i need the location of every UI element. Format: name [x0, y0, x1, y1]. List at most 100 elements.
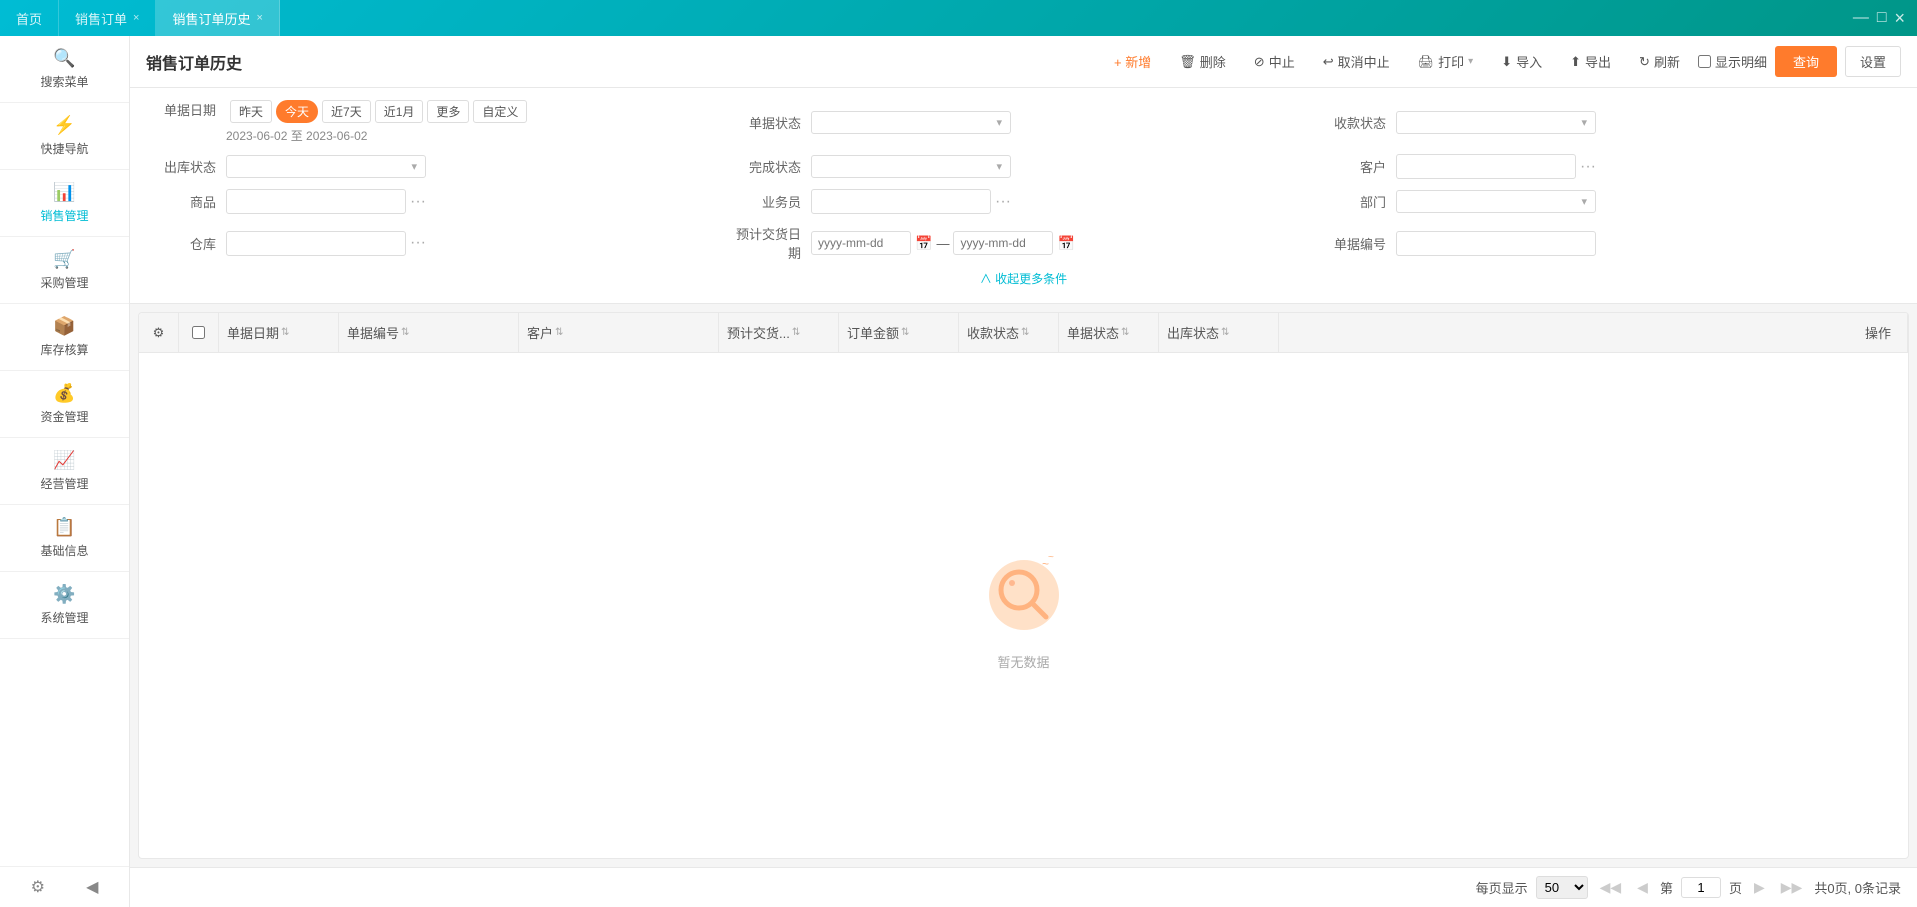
- salesperson-dots[interactable]: ···: [995, 193, 1011, 211]
- sidebar-item-finance[interactable]: 💰 资金管理: [0, 371, 129, 438]
- refresh-button-label: 刷新: [1654, 52, 1680, 71]
- date-btn-today[interactable]: 今天: [276, 100, 318, 123]
- date-btn-custom[interactable]: 自定义: [473, 100, 527, 123]
- sidebar-item-quicknav[interactable]: ⚡ 快捷导航: [0, 103, 129, 170]
- stop-button[interactable]: ⊘ 中止: [1244, 48, 1305, 75]
- top-bar: 首页 销售订单 × 销售订单历史 × — □ ×: [0, 0, 1917, 36]
- refresh-button[interactable]: ↻ 刷新: [1629, 48, 1690, 75]
- complete-status-label: 完成状态: [731, 157, 811, 176]
- empty-text: 暂无数据: [997, 652, 1049, 671]
- col-delivery-sort-icon[interactable]: ⇅: [792, 327, 800, 338]
- delivery-date-start[interactable]: [811, 231, 911, 255]
- table-col-bill-status: 单据状态 ⇅: [1059, 313, 1159, 352]
- page-size-select[interactable]: 10 20 50 100: [1536, 876, 1588, 899]
- tab-sales-order-close[interactable]: ×: [133, 12, 139, 24]
- sidebar-item-operation[interactable]: 📈 经营管理: [0, 438, 129, 505]
- col-recv-status-sort-icon[interactable]: ⇅: [1021, 327, 1029, 338]
- sidebar-item-inventory[interactable]: 📦 库存核算: [0, 304, 129, 371]
- new-button[interactable]: + 新增: [1104, 48, 1161, 75]
- goods-dots[interactable]: ···: [410, 193, 426, 211]
- col-bill-status-sort-icon[interactable]: ⇅: [1121, 327, 1129, 338]
- delivery-date-end[interactable]: [953, 231, 1053, 255]
- table-header: ⚙ 单据日期 ⇅ 单据编号 ⇅ 客户 ⇅ 预计交货...: [139, 313, 1908, 353]
- delivery-date-end-calendar-icon[interactable]: 📅: [1057, 235, 1074, 252]
- purchase-icon: 🛒: [53, 249, 75, 270]
- salesperson-input[interactable]: [811, 189, 991, 214]
- delete-button[interactable]: 🗑 删除: [1169, 48, 1236, 75]
- table-col-checkbox[interactable]: [179, 313, 219, 352]
- col-customer-sort-icon[interactable]: ⇅: [555, 327, 563, 338]
- col-date-sort-icon[interactable]: ⇅: [281, 327, 289, 338]
- col-billno-sort-icon[interactable]: ⇅: [401, 327, 409, 338]
- complete-status-select[interactable]: ▾: [811, 155, 1011, 178]
- col-date-label: 单据日期: [227, 323, 279, 342]
- sidebar-item-sales[interactable]: 📊 销售管理: [0, 170, 129, 237]
- sidebar-collapse-icon[interactable]: ◀: [86, 877, 98, 897]
- recv-status-select[interactable]: ▾: [1396, 111, 1596, 134]
- bill-status-select[interactable]: ▾: [811, 111, 1011, 134]
- last-page-button[interactable]: ▶▶: [1777, 877, 1807, 898]
- collapse-bar[interactable]: ∧ 收起更多条件: [146, 266, 1901, 291]
- delete-icon: 🗑: [1179, 54, 1196, 70]
- date-btn-7days[interactable]: 近7天: [322, 100, 371, 123]
- delete-button-label: 删除: [1200, 52, 1226, 71]
- window-close-button[interactable]: ×: [1894, 8, 1905, 29]
- sidebar-item-purchase[interactable]: 🛒 采购管理: [0, 237, 129, 304]
- setting-button[interactable]: 设置: [1845, 46, 1901, 77]
- table-settings-icon[interactable]: ⚙: [153, 325, 165, 341]
- col-ops-label: 操作: [1865, 323, 1891, 342]
- delivery-date-start-calendar-icon[interactable]: 📅: [915, 235, 932, 252]
- goods-input[interactable]: [226, 189, 406, 214]
- print-button[interactable]: 🖨 打印 ▾: [1408, 48, 1484, 75]
- main-content: 销售订单历史 + 新增 🗑 删除 ⊘ 中止 ↩ 取消中止 🖨: [130, 36, 1917, 907]
- export-button[interactable]: ⬆ 导出: [1560, 48, 1621, 75]
- import-icon: ⬇: [1501, 54, 1512, 70]
- prev-page-button[interactable]: ◀: [1633, 877, 1652, 898]
- first-page-button[interactable]: ◀◀: [1596, 877, 1626, 898]
- sidebar-item-system[interactable]: ⚙️ 系统管理: [0, 572, 129, 639]
- sidebar-settings-icon[interactable]: ⚙: [31, 877, 45, 897]
- tab-sales-order-history[interactable]: 销售订单历史 ×: [156, 0, 279, 36]
- tab-home[interactable]: 首页: [0, 0, 59, 36]
- finance-icon: 💰: [53, 383, 75, 404]
- col-amount-sort-icon[interactable]: ⇅: [901, 327, 909, 338]
- out-status-select[interactable]: ▾: [226, 155, 426, 178]
- print-button-label: 打印: [1438, 52, 1464, 71]
- col-out-status-label: 出库状态: [1167, 323, 1219, 342]
- bill-no-input[interactable]: [1396, 231, 1596, 256]
- customer-label: 客户: [1316, 157, 1396, 176]
- minimize-button[interactable]: —: [1853, 9, 1869, 27]
- date-btn-more[interactable]: 更多: [427, 100, 469, 123]
- tab-sales-order[interactable]: 销售订单 ×: [59, 0, 156, 36]
- col-out-status-sort-icon[interactable]: ⇅: [1221, 327, 1229, 338]
- tab-sales-order-history-close[interactable]: ×: [256, 12, 262, 24]
- print-arrow-icon: ▾: [1468, 56, 1473, 67]
- date-btn-yesterday[interactable]: 昨天: [230, 100, 272, 123]
- sidebar-item-basic[interactable]: 📋 基础信息: [0, 505, 129, 572]
- pagination: 每页显示 10 20 50 100 ◀◀ ◀ 第 页 ▶ ▶▶ 共0页, 0条记…: [130, 867, 1917, 907]
- maximize-button[interactable]: □: [1877, 9, 1887, 27]
- dept-select[interactable]: ▾: [1396, 190, 1596, 213]
- date-btn-1month[interactable]: 近1月: [375, 100, 424, 123]
- page-label: 第: [1660, 878, 1673, 897]
- customer-dots[interactable]: ···: [1580, 158, 1596, 176]
- query-button[interactable]: 查询: [1775, 46, 1837, 77]
- cancel-stop-button[interactable]: ↩ 取消中止: [1313, 48, 1400, 75]
- customer-input[interactable]: [1396, 154, 1576, 179]
- table-col-settings[interactable]: ⚙: [139, 313, 179, 352]
- sidebar: 🔍 搜索菜单 ⚡ 快捷导航 📊 销售管理 🛒 采购管理 📦 库存核算 💰 资金管…: [0, 36, 130, 907]
- sidebar-item-search[interactable]: 🔍 搜索菜单: [0, 36, 129, 103]
- page-number-input[interactable]: [1681, 877, 1721, 898]
- layout: 🔍 搜索菜单 ⚡ 快捷导航 📊 销售管理 🛒 采购管理 📦 库存核算 💰 资金管…: [0, 36, 1917, 907]
- import-button[interactable]: ⬇ 导入: [1491, 48, 1552, 75]
- dept-label: 部门: [1316, 192, 1396, 211]
- table-select-all-checkbox[interactable]: [192, 326, 205, 339]
- warehouse-input[interactable]: [226, 231, 406, 256]
- next-page-button[interactable]: ▶: [1750, 877, 1769, 898]
- table-col-recv-status: 收款状态 ⇅: [959, 313, 1059, 352]
- import-button-label: 导入: [1516, 52, 1542, 71]
- warehouse-dots[interactable]: ···: [410, 234, 426, 252]
- tab-sales-order-history-label: 销售订单历史: [172, 9, 250, 28]
- display-toggle-checkbox[interactable]: [1698, 55, 1711, 68]
- export-button-label: 导出: [1585, 52, 1611, 71]
